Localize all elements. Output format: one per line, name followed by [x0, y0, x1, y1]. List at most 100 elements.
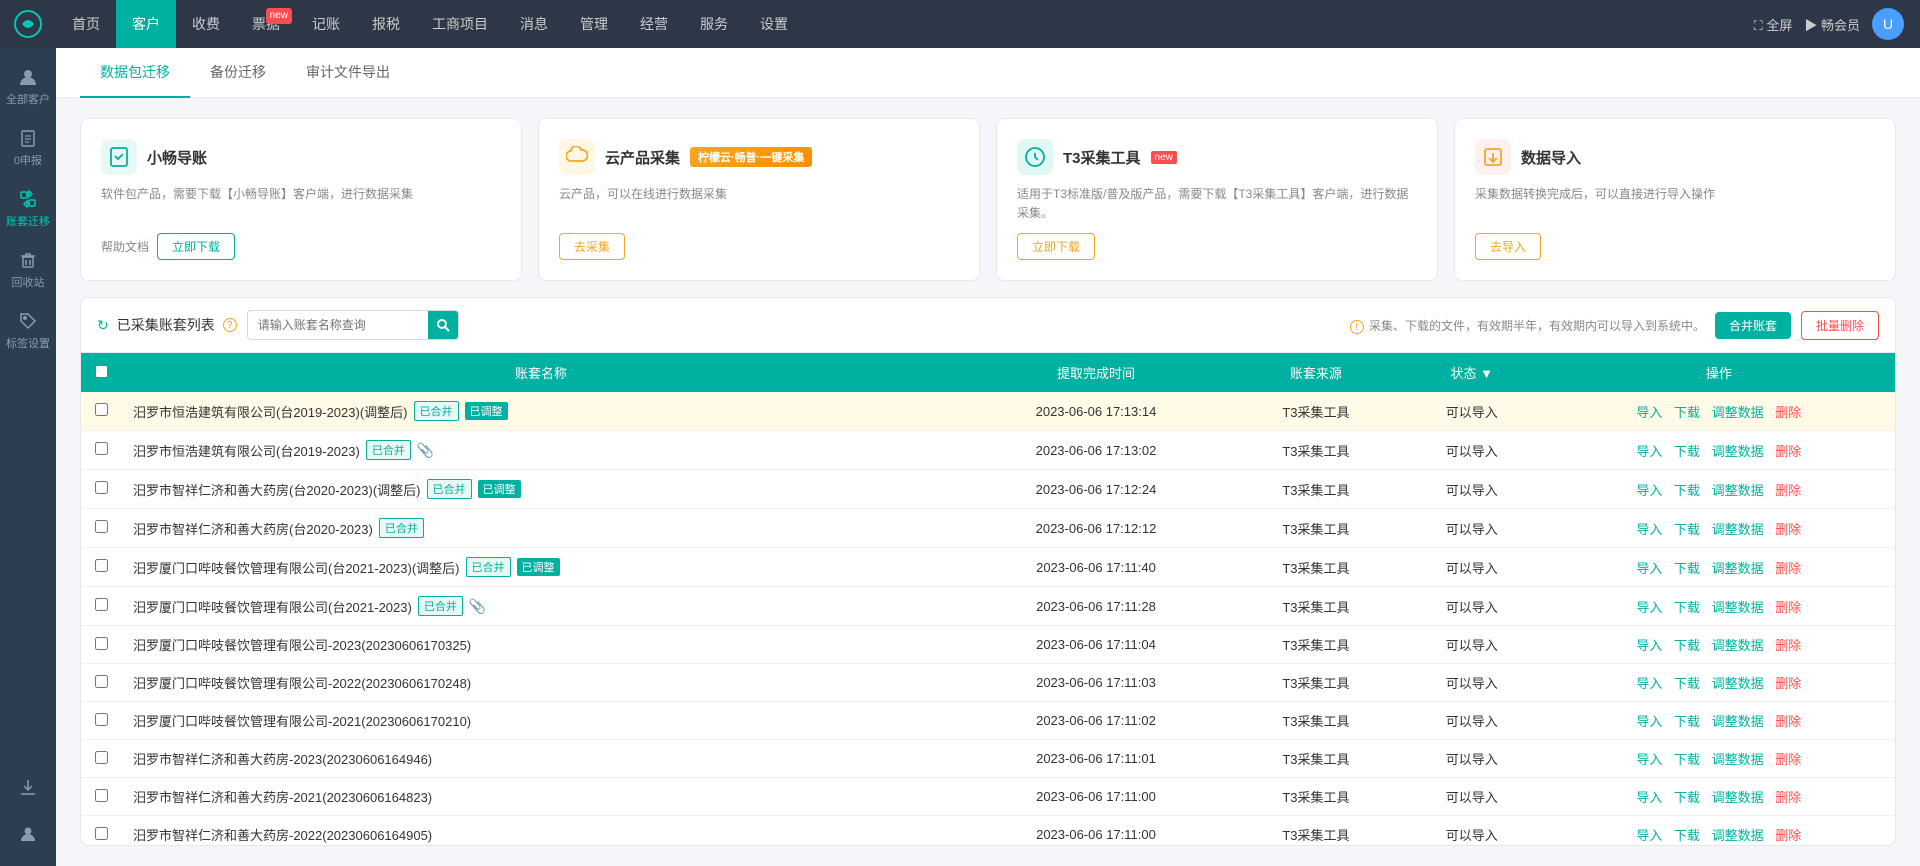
tab-audit-export[interactable]: 审计文件导出	[286, 48, 410, 98]
file-icon[interactable]: 📎	[417, 442, 434, 459]
action-import[interactable]: 导入	[1636, 828, 1662, 843]
nav-item-invoice[interactable]: 票据new	[236, 0, 296, 48]
action-download[interactable]: 下载	[1674, 752, 1700, 767]
row-checkbox[interactable]	[95, 559, 108, 572]
sidebar-item-trash[interactable]: 回收站	[0, 239, 56, 300]
action-adjust[interactable]: 调整数据	[1712, 483, 1764, 498]
card-btn-download-3[interactable]: 立即下载	[1017, 233, 1095, 260]
row-checkbox[interactable]	[95, 789, 108, 802]
action-adjust[interactable]: 调整数据	[1712, 752, 1764, 767]
action-import[interactable]: 导入	[1636, 790, 1662, 805]
action-download[interactable]: 下载	[1674, 828, 1700, 843]
action-adjust[interactable]: 调整数据	[1712, 828, 1764, 843]
action-download[interactable]: 下载	[1674, 676, 1700, 691]
action-delete[interactable]: 删除	[1775, 444, 1801, 459]
nav-item-customer[interactable]: 客户	[116, 0, 176, 48]
row-checkbox[interactable]	[95, 403, 108, 416]
search-button[interactable]	[428, 310, 458, 340]
action-delete[interactable]: 删除	[1775, 714, 1801, 729]
action-import[interactable]: 导入	[1636, 638, 1662, 653]
action-download[interactable]: 下载	[1674, 522, 1700, 537]
sidebar-item-zero-report[interactable]: 0申报	[0, 117, 56, 178]
fullscreen-btn[interactable]: ⛶ 全屏	[1754, 15, 1793, 34]
action-delete[interactable]: 删除	[1775, 676, 1801, 691]
action-adjust[interactable]: 调整数据	[1712, 676, 1764, 691]
action-adjust[interactable]: 调整数据	[1712, 405, 1764, 420]
action-download[interactable]: 下载	[1674, 561, 1700, 576]
action-delete[interactable]: 删除	[1775, 638, 1801, 653]
row-checkbox[interactable]	[95, 481, 108, 494]
row-checkbox[interactable]	[95, 713, 108, 726]
row-checkbox[interactable]	[95, 751, 108, 764]
info-icon[interactable]: ?	[223, 318, 237, 332]
action-adjust[interactable]: 调整数据	[1712, 522, 1764, 537]
row-checkbox[interactable]	[95, 442, 108, 455]
action-delete[interactable]: 删除	[1775, 483, 1801, 498]
action-delete[interactable]: 删除	[1775, 405, 1801, 420]
logo[interactable]	[0, 0, 56, 48]
tab-backup-migrate[interactable]: 备份迁移	[190, 48, 286, 98]
nav-item-bookkeep[interactable]: 记账	[296, 0, 356, 48]
action-adjust[interactable]: 调整数据	[1712, 600, 1764, 615]
batch-delete-btn[interactable]: 批量删除	[1801, 311, 1879, 340]
nav-item-message[interactable]: 消息	[504, 0, 564, 48]
action-import[interactable]: 导入	[1636, 561, 1662, 576]
nav-item-tax[interactable]: 报税	[356, 0, 416, 48]
refresh-icon[interactable]: ↻	[97, 317, 109, 334]
action-download[interactable]: 下载	[1674, 790, 1700, 805]
nav-item-settings[interactable]: 设置	[744, 0, 804, 48]
card-btn-download-1[interactable]: 立即下载	[157, 233, 235, 260]
action-delete[interactable]: 删除	[1775, 600, 1801, 615]
nav-item-operate[interactable]: 经营	[624, 0, 684, 48]
row-checkbox[interactable]	[95, 637, 108, 650]
nav-item-manage[interactable]: 管理	[564, 0, 624, 48]
action-delete[interactable]: 删除	[1775, 522, 1801, 537]
action-delete[interactable]: 删除	[1775, 752, 1801, 767]
row-checkbox[interactable]	[95, 675, 108, 688]
action-import[interactable]: 导入	[1636, 714, 1662, 729]
action-import[interactable]: 导入	[1636, 676, 1662, 691]
action-delete[interactable]: 删除	[1775, 561, 1801, 576]
action-adjust[interactable]: 调整数据	[1712, 790, 1764, 805]
action-download[interactable]: 下载	[1674, 600, 1700, 615]
nav-item-service[interactable]: 服务	[684, 0, 744, 48]
action-download[interactable]: 下载	[1674, 444, 1700, 459]
sidebar-item-tag-settings[interactable]: 标签设置	[0, 300, 56, 361]
search-input[interactable]	[248, 318, 428, 332]
membership-btn[interactable]: ▶ 畅会员	[1804, 15, 1860, 34]
select-all-checkbox[interactable]	[95, 365, 108, 378]
sidebar-item-user[interactable]	[0, 812, 56, 854]
action-delete[interactable]: 删除	[1775, 790, 1801, 805]
action-download[interactable]: 下载	[1674, 714, 1700, 729]
card-btn-import-4[interactable]: 去导入	[1475, 233, 1541, 260]
action-import[interactable]: 导入	[1636, 405, 1662, 420]
action-adjust[interactable]: 调整数据	[1712, 444, 1764, 459]
action-import[interactable]: 导入	[1636, 752, 1662, 767]
row-checkbox[interactable]	[95, 598, 108, 611]
action-adjust[interactable]: 调整数据	[1712, 714, 1764, 729]
action-import[interactable]: 导入	[1636, 483, 1662, 498]
nav-item-home[interactable]: 首页	[56, 0, 116, 48]
action-import[interactable]: 导入	[1636, 600, 1662, 615]
action-import[interactable]: 导入	[1636, 522, 1662, 537]
avatar[interactable]: U	[1872, 8, 1904, 40]
sidebar-item-download[interactable]	[0, 766, 56, 808]
nav-item-fee[interactable]: 收费	[176, 0, 236, 48]
action-download[interactable]: 下载	[1674, 638, 1700, 653]
sidebar-item-all-customers[interactable]: 全部客户	[0, 56, 56, 117]
action-delete[interactable]: 删除	[1775, 828, 1801, 843]
row-checkbox[interactable]	[95, 827, 108, 840]
action-adjust[interactable]: 调整数据	[1712, 638, 1764, 653]
merge-btn[interactable]: 合并账套	[1715, 312, 1791, 339]
card-btn-collect-2[interactable]: 去采集	[559, 233, 625, 260]
action-adjust[interactable]: 调整数据	[1712, 561, 1764, 576]
card-link-1[interactable]: 帮助文档	[101, 238, 149, 255]
row-checkbox[interactable]	[95, 520, 108, 533]
tab-data-migrate[interactable]: 数据包迁移	[80, 48, 190, 98]
action-import[interactable]: 导入	[1636, 444, 1662, 459]
nav-item-bizproject[interactable]: 工商项目	[416, 0, 504, 48]
file-icon[interactable]: 📎	[469, 598, 486, 615]
sidebar-item-migrate[interactable]: 账套迁移	[0, 178, 56, 239]
action-download[interactable]: 下载	[1674, 483, 1700, 498]
action-download[interactable]: 下载	[1674, 405, 1700, 420]
